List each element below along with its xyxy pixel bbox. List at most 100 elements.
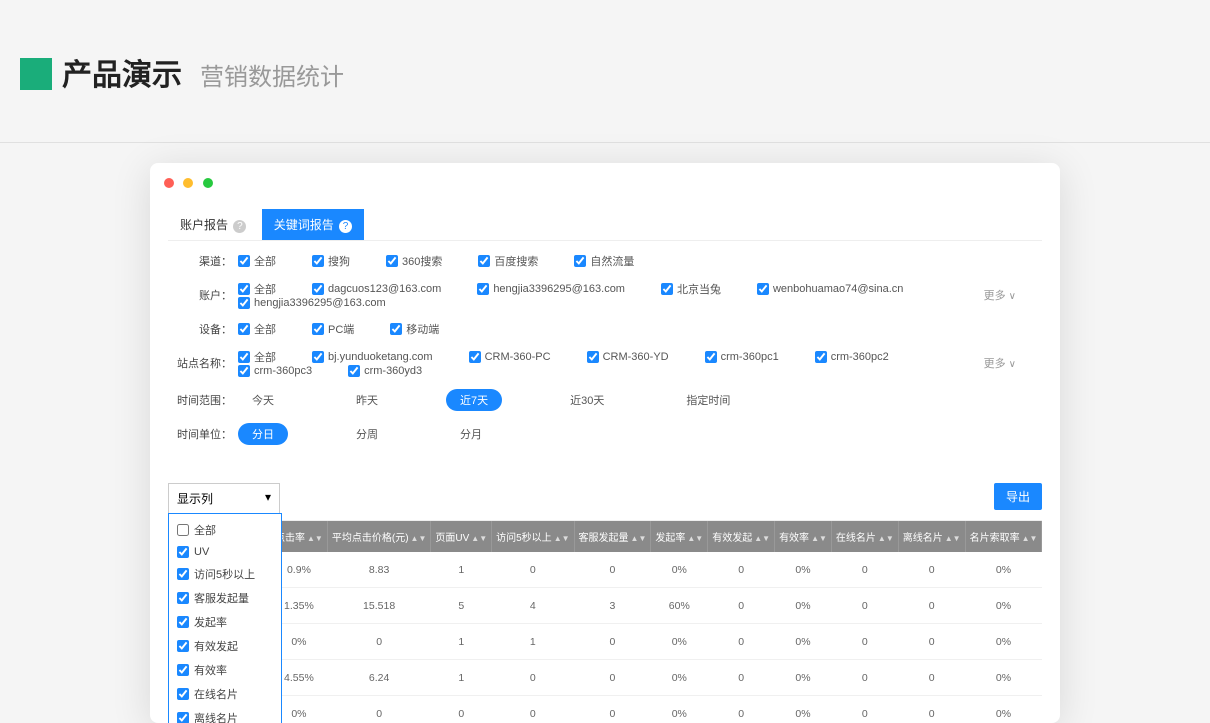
filter-option[interactable]: bj.yunduoketang.com (312, 351, 433, 363)
timerange-pill[interactable]: 近7天 (446, 389, 502, 411)
table-header[interactable]: 访问5秒以上▲▼ (492, 521, 574, 552)
column-option[interactable]: 访问5秒以上 (169, 562, 281, 586)
maximize-dot[interactable] (203, 178, 213, 188)
table-header[interactable]: 名片索取率▲▼ (965, 521, 1042, 552)
column-option[interactable]: 发起率 (169, 610, 281, 634)
sort-icon[interactable]: ▲▼ (631, 536, 647, 541)
filter-option[interactable]: 全部 (238, 349, 276, 365)
timerange-pill[interactable]: 指定时间 (672, 389, 744, 411)
column-option[interactable]: 有效率 (169, 658, 281, 682)
filter-option[interactable]: crm-360pc2 (815, 351, 889, 363)
checkbox[interactable] (238, 255, 250, 267)
timeunit-pill[interactable]: 分月 (446, 423, 496, 445)
filter-option[interactable]: crm-360pc3 (238, 365, 312, 377)
column-option[interactable]: UV (169, 542, 281, 562)
checkbox[interactable] (477, 283, 489, 295)
checkbox[interactable] (661, 283, 673, 295)
checkbox[interactable] (238, 365, 250, 377)
dropdown-head[interactable]: 显示列 ▾ (169, 484, 279, 513)
column-option[interactable]: 全部 (169, 518, 281, 542)
checkbox[interactable] (469, 351, 481, 363)
more-sites[interactable]: 更多∨ (984, 355, 1016, 371)
checkbox[interactable] (390, 323, 402, 335)
checkbox[interactable] (815, 351, 827, 363)
column-option[interactable]: 有效发起 (169, 634, 281, 658)
more-accounts[interactable]: 更多∨ (984, 287, 1016, 303)
table-header[interactable]: 平均点击价格(元)▲▼ (327, 521, 431, 552)
checkbox[interactable] (312, 255, 324, 267)
filter-option[interactable]: dagcuos123@163.com (312, 283, 441, 295)
checkbox[interactable] (587, 351, 599, 363)
checkbox[interactable] (177, 616, 189, 628)
sort-icon[interactable]: ▲▼ (1022, 536, 1038, 541)
column-option[interactable]: 在线名片 (169, 682, 281, 706)
filter-option[interactable]: PC端 (312, 321, 354, 337)
checkbox[interactable] (177, 524, 189, 536)
timerange-pill[interactable]: 昨天 (342, 389, 392, 411)
sort-icon[interactable]: ▲▼ (307, 536, 323, 541)
sort-icon[interactable]: ▲▼ (554, 536, 570, 541)
filter-option[interactable]: wenbohuamao74@sina.cn (757, 283, 903, 295)
tab-keyword-report[interactable]: 关键词报告 ? (262, 209, 364, 240)
sort-icon[interactable]: ▲▼ (411, 536, 427, 541)
checkbox[interactable] (177, 640, 189, 652)
checkbox[interactable] (177, 592, 189, 604)
show-columns-dropdown[interactable]: 显示列 ▾ 全部UV访问5秒以上客服发起量发起率有效发起有效率在线名片离线名片名… (168, 483, 280, 514)
checkbox[interactable] (238, 323, 250, 335)
sort-icon[interactable]: ▲▼ (754, 536, 770, 541)
column-option[interactable]: 客服发起量 (169, 586, 281, 610)
checkbox[interactable] (705, 351, 717, 363)
help-icon[interactable]: ? (233, 220, 246, 233)
checkbox[interactable] (238, 283, 250, 295)
table-header[interactable]: 客服发起量▲▼ (574, 521, 651, 552)
filter-option[interactable]: 全部 (238, 253, 276, 269)
checkbox[interactable] (478, 255, 490, 267)
table-header[interactable]: 有效率▲▼ (775, 521, 832, 552)
filter-option[interactable]: hengjia3396295@163.com (477, 283, 625, 295)
help-icon[interactable]: ? (339, 220, 352, 233)
checkbox[interactable] (177, 664, 189, 676)
column-option[interactable]: 离线名片 (169, 706, 281, 723)
checkbox[interactable] (238, 297, 250, 309)
filter-option[interactable]: 百度搜索 (478, 253, 538, 269)
sort-icon[interactable]: ▲▼ (945, 536, 961, 541)
filter-option[interactable]: 移动端 (390, 321, 439, 337)
export-button[interactable]: 导出 (994, 483, 1042, 510)
filter-option[interactable]: crm-360pc1 (705, 351, 779, 363)
table-header[interactable]: 发起率▲▼ (651, 521, 708, 552)
sort-icon[interactable]: ▲▼ (687, 536, 703, 541)
checkbox[interactable] (177, 568, 189, 580)
timeunit-pill[interactable]: 分周 (342, 423, 392, 445)
timerange-pill[interactable]: 近30天 (556, 389, 618, 411)
filter-option[interactable]: 全部 (238, 321, 276, 337)
table-header[interactable]: 在线名片▲▼ (831, 521, 898, 552)
filter-option[interactable]: 搜狗 (312, 253, 350, 269)
checkbox[interactable] (386, 255, 398, 267)
checkbox[interactable] (177, 688, 189, 700)
filter-option[interactable]: CRM-360-PC (469, 351, 551, 363)
minimize-dot[interactable] (183, 178, 193, 188)
filter-option[interactable]: 北京当兔 (661, 281, 721, 297)
checkbox[interactable] (177, 712, 189, 723)
checkbox[interactable] (574, 255, 586, 267)
sort-icon[interactable]: ▲▼ (811, 536, 827, 541)
tab-account-report[interactable]: 账户报告 ? (168, 209, 258, 240)
timerange-pill[interactable]: 今天 (238, 389, 288, 411)
filter-option[interactable]: 全部 (238, 281, 276, 297)
table-header[interactable]: 离线名片▲▼ (898, 521, 965, 552)
filter-option[interactable]: CRM-360-YD (587, 351, 669, 363)
filter-option[interactable]: 360搜索 (386, 253, 442, 269)
sort-icon[interactable]: ▲▼ (471, 536, 487, 541)
filter-option[interactable]: 自然流量 (574, 253, 634, 269)
checkbox[interactable] (312, 323, 324, 335)
checkbox[interactable] (312, 283, 324, 295)
close-dot[interactable] (164, 178, 174, 188)
checkbox[interactable] (312, 351, 324, 363)
filter-option[interactable]: hengjia3396295@163.com (238, 297, 386, 309)
table-header[interactable]: 有效发起▲▼ (708, 521, 775, 552)
checkbox[interactable] (348, 365, 360, 377)
filter-option[interactable]: crm-360yd3 (348, 365, 422, 377)
timeunit-pill[interactable]: 分日 (238, 423, 288, 445)
checkbox[interactable] (757, 283, 769, 295)
sort-icon[interactable]: ▲▼ (878, 536, 894, 541)
